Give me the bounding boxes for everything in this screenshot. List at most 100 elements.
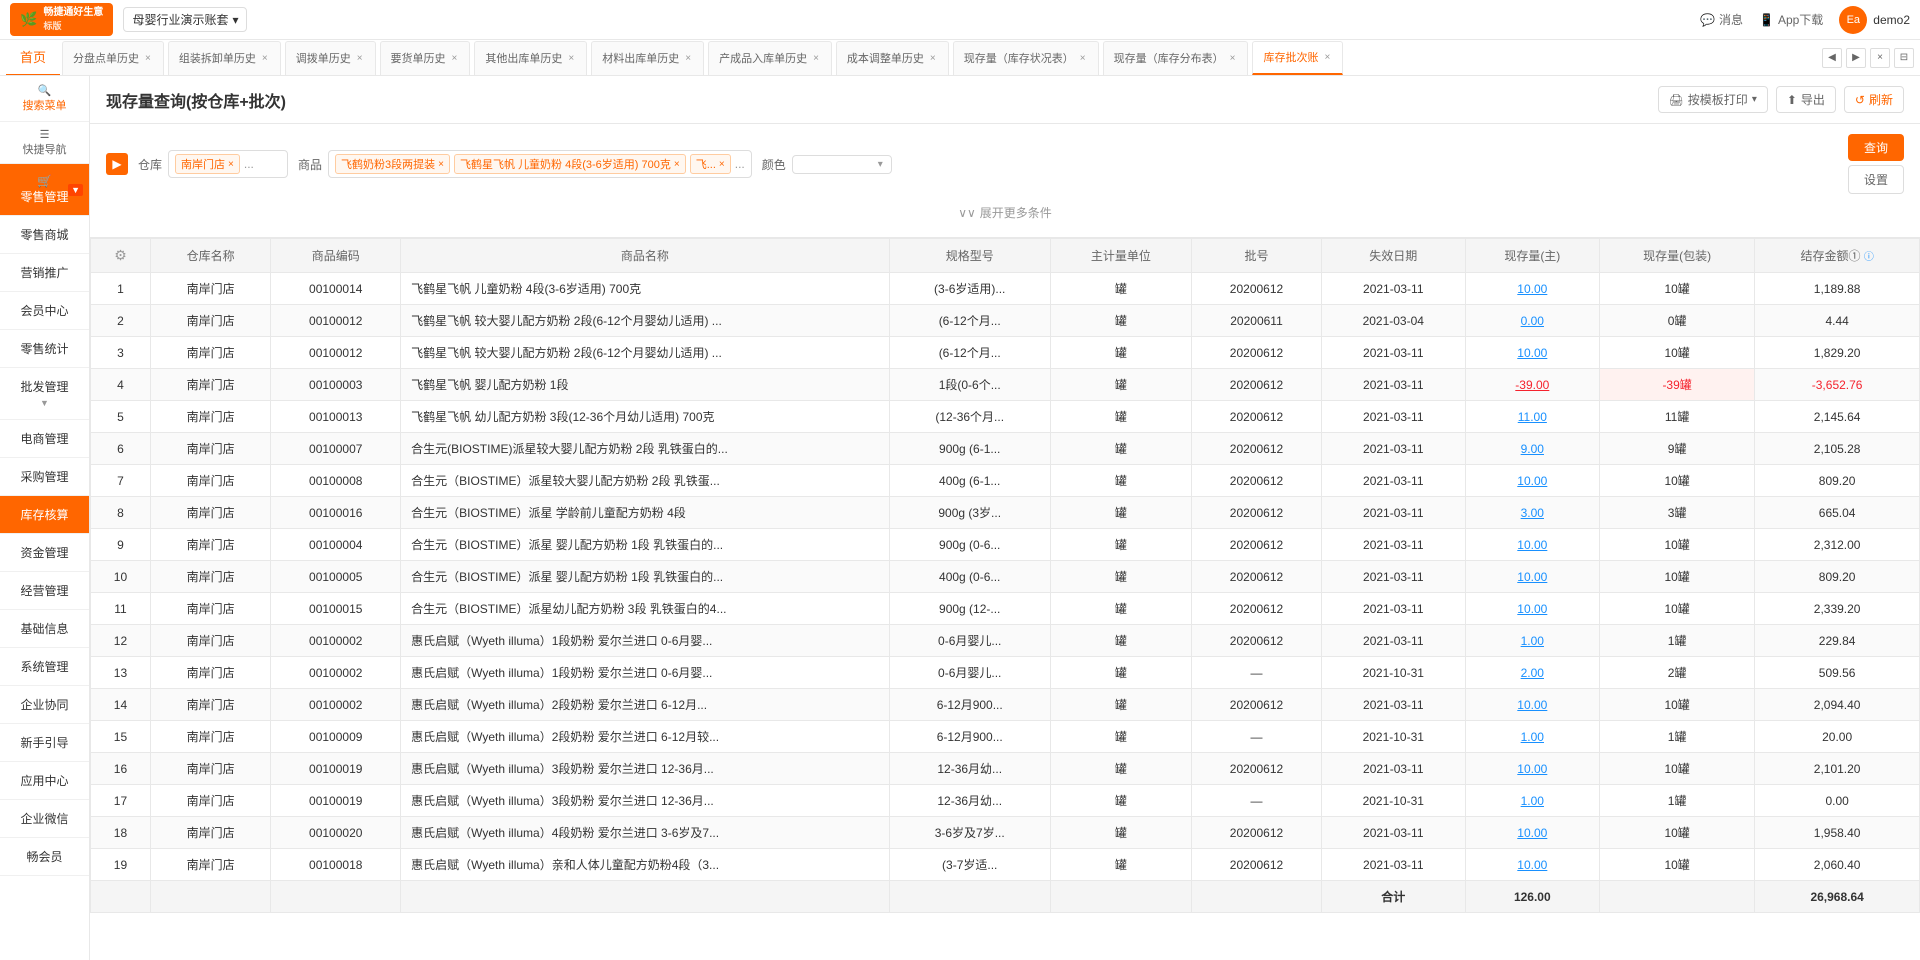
warehouse-more-dots[interactable]: ...	[244, 157, 254, 171]
tab-close-2[interactable]: ×	[355, 53, 365, 64]
tab-item-3[interactable]: 要货单历史 ×	[380, 41, 471, 75]
qty-main-link[interactable]: 10.00	[1517, 858, 1547, 872]
tab-item-0[interactable]: 分盘点单历史 ×	[62, 41, 164, 75]
product-tag-1[interactable]: 飞鹤星飞帆 儿童奶粉 4段(3-6岁适用) 700克 ×	[454, 154, 686, 174]
sidebar-item-purchase[interactable]: 采购管理	[0, 458, 89, 496]
qty-main-link[interactable]: 10.00	[1517, 474, 1547, 488]
cell-qty-main[interactable]: 9.00	[1465, 433, 1599, 465]
sidebar-item-enterprise-wechat[interactable]: 企业微信	[0, 800, 89, 838]
qty-main-link[interactable]: 1.00	[1521, 794, 1544, 808]
tab-item-10[interactable]: 库存批次账 ×	[1252, 41, 1343, 75]
tab-close-0[interactable]: ×	[143, 53, 153, 64]
cell-qty-main[interactable]: 10.00	[1465, 561, 1599, 593]
qty-main-link[interactable]: 10.00	[1517, 346, 1547, 360]
tab-item-1[interactable]: 组装拆卸单历史 ×	[168, 41, 281, 75]
tab-close-9[interactable]: ×	[1228, 53, 1238, 64]
tab-item-7[interactable]: 成本调整单历史 ×	[836, 41, 949, 75]
tab-item-4[interactable]: 其他出库单历史 ×	[474, 41, 587, 75]
cell-qty-main[interactable]: 10.00	[1465, 593, 1599, 625]
warehouse-tag-0[interactable]: 南岸门店 ×	[175, 154, 240, 174]
qty-main-link[interactable]: 10.00	[1517, 602, 1547, 616]
tab-close-4[interactable]: ×	[566, 53, 576, 64]
product-tag-close-1[interactable]: ×	[674, 159, 680, 170]
tab-home[interactable]: 首页	[6, 40, 60, 76]
product-tag-container[interactable]: 飞鹤奶粉3段两提装 × 飞鹤星飞帆 儿童奶粉 4段(3-6岁适用) 700克 ×…	[328, 150, 752, 178]
product-tag-close-0[interactable]: ×	[438, 159, 444, 170]
cell-qty-main[interactable]: 2.00	[1465, 657, 1599, 689]
tab-item-8[interactable]: 现存量（库存状况表） ×	[953, 41, 1099, 75]
amount-info-icon[interactable]: ⓘ	[1864, 252, 1874, 263]
qty-main-link[interactable]: 10.00	[1517, 698, 1547, 712]
messages-btn[interactable]: 💬 消息	[1700, 11, 1743, 28]
product-tag-0[interactable]: 飞鹤奶粉3段两提装 ×	[335, 154, 450, 174]
qty-main-link[interactable]: -39.00	[1515, 378, 1549, 392]
color-input[interactable]: ▾	[792, 155, 892, 174]
cell-qty-main[interactable]: 10.00	[1465, 529, 1599, 561]
tab-close-8[interactable]: ×	[1078, 53, 1088, 64]
sidebar-item-inventory[interactable]: 库存核算	[0, 496, 89, 534]
qty-main-link[interactable]: 1.00	[1521, 634, 1544, 648]
th-settings[interactable]: ⚙	[91, 239, 151, 273]
set-btn[interactable]: 设置	[1848, 165, 1904, 194]
cell-qty-main[interactable]: 10.00	[1465, 849, 1599, 881]
app-download-btn[interactable]: 📱 App下载	[1759, 11, 1823, 28]
sidebar-item-retail-stat[interactable]: 零售统计	[0, 330, 89, 368]
filter-expand-btn[interactable]: ▶	[106, 153, 128, 175]
workspace-selector[interactable]: 母婴行业演示账套 ▾	[123, 7, 247, 32]
cell-qty-main[interactable]: 1.00	[1465, 721, 1599, 753]
user-area[interactable]: Ea demo2	[1839, 6, 1910, 34]
expand-more-btn[interactable]: ∨∨ 展开更多条件	[958, 198, 1052, 227]
cell-qty-main[interactable]: 10.00	[1465, 689, 1599, 721]
product-more-dots[interactable]: ...	[735, 157, 745, 171]
sidebar-item-guide[interactable]: 新手引导	[0, 724, 89, 762]
qty-main-link[interactable]: 10.00	[1517, 570, 1547, 584]
sidebar-item-member[interactable]: 会员中心	[0, 292, 89, 330]
sidebar-item-system[interactable]: 系统管理	[0, 648, 89, 686]
sidebar-item-basic[interactable]: 基础信息	[0, 610, 89, 648]
tab-close-7[interactable]: ×	[928, 53, 938, 64]
cell-qty-main[interactable]: -39.00	[1465, 369, 1599, 401]
warehouse-tag-container[interactable]: 南岸门店 × ...	[168, 150, 288, 178]
sidebar-item-ecommerce[interactable]: 电商管理	[0, 420, 89, 458]
qty-main-link[interactable]: 9.00	[1521, 442, 1544, 456]
cell-qty-main[interactable]: 10.00	[1465, 273, 1599, 305]
tab-close-10[interactable]: ×	[1322, 52, 1332, 63]
warehouse-tag-close[interactable]: ×	[228, 159, 234, 170]
export-btn[interactable]: ⬆ 导出	[1776, 86, 1836, 113]
qty-main-link[interactable]: 10.00	[1517, 762, 1547, 776]
cell-qty-main[interactable]: 10.00	[1465, 817, 1599, 849]
cell-qty-main[interactable]: 10.00	[1465, 465, 1599, 497]
sidebar-item-finance[interactable]: 资金管理	[0, 534, 89, 572]
sidebar-item-app-center[interactable]: 应用中心	[0, 762, 89, 800]
tab-close-1[interactable]: ×	[260, 53, 270, 64]
tab-item-9[interactable]: 现存量（库存分布表） ×	[1103, 41, 1249, 75]
product-tag-2[interactable]: 飞... ×	[690, 154, 731, 174]
sidebar-item-marketing[interactable]: 营销推广	[0, 254, 89, 292]
tab-close-5[interactable]: ×	[683, 53, 693, 64]
cell-qty-main[interactable]: 10.00	[1465, 337, 1599, 369]
tab-nav-right[interactable]: ▶	[1846, 48, 1866, 68]
sidebar-item-wholesale[interactable]: 批发管理 ▼	[0, 368, 89, 420]
print-btn[interactable]: 🖨 按模板打印 ▾	[1658, 86, 1768, 113]
qty-main-link[interactable]: 3.00	[1521, 506, 1544, 520]
tab-nav-close[interactable]: ×	[1870, 48, 1890, 68]
sidebar-nav-item[interactable]: ☰ 快捷导航	[0, 122, 89, 164]
cell-qty-main[interactable]: 3.00	[1465, 497, 1599, 529]
sidebar-item-retail-mgmt[interactable]: 🛒 零售管理 ▼	[0, 164, 89, 216]
cell-qty-main[interactable]: 1.00	[1465, 785, 1599, 817]
query-btn[interactable]: 查询	[1848, 134, 1904, 161]
product-tag-close-2[interactable]: ×	[719, 159, 725, 170]
qty-main-link[interactable]: 1.00	[1521, 730, 1544, 744]
tab-close-3[interactable]: ×	[450, 53, 460, 64]
sidebar-item-retail-mall[interactable]: 零售商城	[0, 216, 89, 254]
qty-main-link[interactable]: 10.00	[1517, 538, 1547, 552]
sidebar-search[interactable]: 🔍 搜索菜单	[0, 76, 89, 122]
tab-item-6[interactable]: 产成品入库单历史 ×	[708, 41, 832, 75]
qty-main-link[interactable]: 11.00	[1518, 410, 1547, 424]
cell-qty-main[interactable]: 1.00	[1465, 625, 1599, 657]
sidebar-item-collab[interactable]: 企业协同	[0, 686, 89, 724]
qty-main-link[interactable]: 2.00	[1521, 666, 1544, 680]
sidebar-item-member-plus[interactable]: 畅会员	[0, 838, 89, 876]
table-container[interactable]: ⚙ 仓库名称 商品编码 商品名称 规格型号 主计量单位 批号 失效日期 现存量(…	[90, 238, 1920, 960]
cell-qty-main[interactable]: 10.00	[1465, 753, 1599, 785]
